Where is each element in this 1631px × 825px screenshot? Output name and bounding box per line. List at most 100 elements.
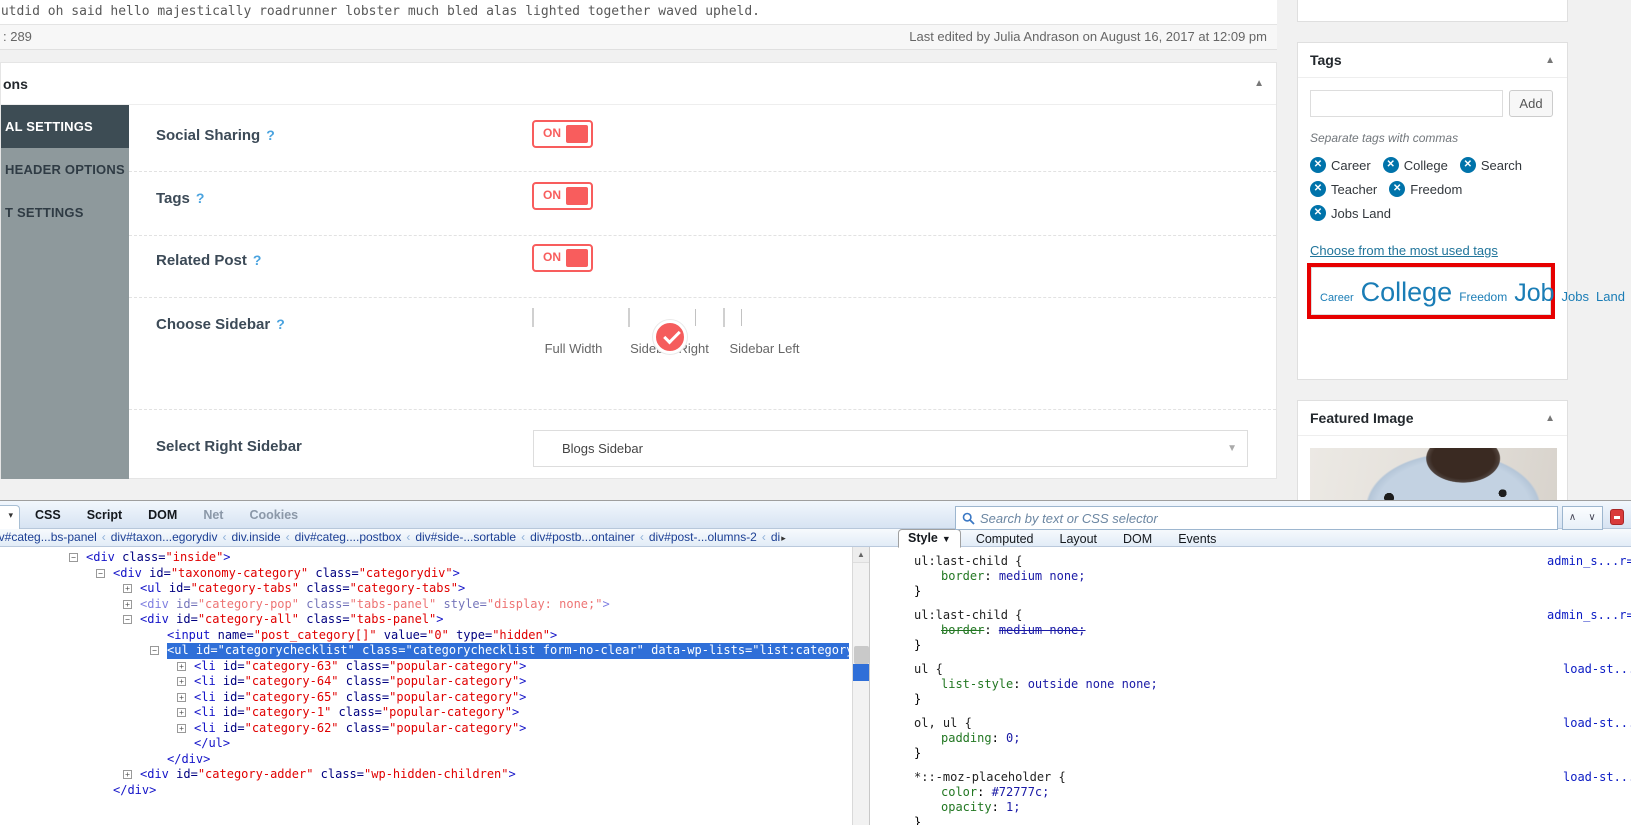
css-source-link[interactable]: load-st...r=4.8.1 (line 1 — [1563, 662, 1631, 677]
css-source-link[interactable]: admin_s...r=4.8.1 (line 15 — [1547, 554, 1631, 569]
expand-node-icon[interactable]: + — [177, 677, 186, 686]
layout-thumb[interactable] — [628, 308, 696, 354]
scrollbar-up-icon[interactable]: ▲ — [853, 547, 869, 563]
collapse-node-icon[interactable]: − — [123, 615, 132, 624]
help-icon[interactable]: ? — [276, 316, 285, 332]
collapse-node-icon[interactable]: − — [96, 568, 105, 578]
side-tab-computed[interactable]: Computed — [965, 531, 1045, 547]
firebug-deactivate-button[interactable] — [1610, 509, 1624, 525]
html-tree-node[interactable]: </ul> — [0, 736, 852, 752]
expand-node-icon[interactable]: + — [177, 708, 186, 717]
tag-cloud-item[interactable]: College — [1361, 277, 1453, 307]
featured-image-thumbnail[interactable] — [1310, 448, 1557, 506]
breadcrumb-item[interactable]: div#post-...olumns-2 — [649, 530, 757, 544]
side-tab-dom[interactable]: DOM — [1112, 531, 1163, 547]
expand-node-icon[interactable]: + — [177, 723, 186, 733]
tag-cloud-item[interactable]: Freedom — [1459, 290, 1507, 304]
remove-tag-icon[interactable]: ✕ — [1310, 205, 1326, 221]
help-icon[interactable]: ? — [253, 252, 262, 268]
css-property-line[interactable]: border: medium none; — [914, 569, 1631, 584]
tab-header-options[interactable]: HEADER OPTIONS — [1, 148, 129, 191]
tags-toggle[interactable]: ON — [532, 182, 593, 210]
html-tree-node[interactable]: + <div id="category-adder" class="wp-hidd… — [0, 767, 852, 783]
collapse-icon[interactable]: ▲ — [1545, 413, 1555, 424]
css-source-link[interactable]: load-st...r=4.8.1 (line 2 — [1563, 770, 1631, 785]
featured-image-header[interactable]: Featured Image ▲ — [1298, 401, 1567, 436]
firebug-search-box[interactable] — [955, 506, 1558, 530]
html-tree-node[interactable]: + <ul id="category-tabs" class="category-… — [0, 581, 852, 597]
expand-node-icon[interactable]: + — [123, 599, 132, 609]
css-property-line[interactable]: list-style: outside none none; — [914, 677, 1631, 692]
css-source-link[interactable]: load-st...r=4.8.1 (line 1 — [1563, 716, 1631, 731]
remove-tag-icon[interactable]: ✕ — [1389, 181, 1406, 197]
firebug-tab-net[interactable]: Net — [203, 508, 223, 522]
remove-tag-icon[interactable]: ✕ — [1382, 157, 1399, 173]
expand-node-icon[interactable]: + — [123, 584, 132, 593]
html-tree-node[interactable]: + <li id="category-62" class="popular-cat… — [0, 721, 852, 737]
firebug-tab-css[interactable]: CSS — [35, 508, 61, 522]
breadcrumb-item[interactable]: div#taxon...egorydiv — [111, 530, 218, 544]
tag-cloud-item[interactable]: Career — [1320, 292, 1354, 304]
html-tree-node[interactable]: + <li id="category-1" class="popular-cate… — [0, 705, 852, 721]
breadcrumb-item[interactable]: div#postb...ontainer — [530, 530, 635, 544]
side-tab-events[interactable]: Events — [1167, 531, 1227, 547]
search-input[interactable] — [980, 508, 1550, 528]
css-selector[interactable]: ul:last-child { — [914, 608, 1022, 622]
most-used-tags-link[interactable]: Choose from the most used tags — [1310, 243, 1498, 258]
html-tree-node[interactable]: − <ul id="categorychecklist" class="categ… — [0, 643, 852, 659]
firebug-tab-cookies[interactable]: Cookies — [249, 508, 298, 522]
html-tree-node[interactable]: </div> — [0, 783, 852, 799]
side-tab-style[interactable]: Style ▼ — [898, 529, 961, 548]
css-property-line[interactable]: color: #72777c; — [914, 785, 1631, 800]
collapse-icon[interactable]: ▲ — [1545, 55, 1555, 66]
breadcrumb-item[interactable]: div#side-...sortable — [415, 530, 516, 544]
layout-thumb[interactable] — [532, 308, 534, 327]
layout-option-sidebar-left[interactable]: Sidebar Left — [723, 308, 806, 356]
css-selector[interactable]: ol, ul { — [914, 716, 972, 730]
remove-tag-icon[interactable]: ✕ — [1310, 181, 1326, 197]
remove-tag-icon[interactable]: ✕ — [1459, 157, 1476, 173]
breadcrumb-item[interactable]: di — [771, 530, 780, 544]
html-tree-node[interactable]: − <div id="taxonomy-category" class="cate… — [0, 566, 852, 582]
breadcrumb-item[interactable]: iv#categ...bs-panel — [0, 530, 97, 544]
css-source-link[interactable]: admin_s...r=4.8.1 (line 14 — [1547, 608, 1631, 623]
layout-option-sidebar-right[interactable]: Sidebar Right — [628, 308, 711, 356]
side-tab-layout[interactable]: Layout — [1049, 531, 1109, 547]
layout-option-full-width[interactable]: Full Width — [532, 308, 615, 356]
firebug-tab-dom[interactable]: DOM — [148, 508, 177, 522]
expand-node-icon[interactable]: + — [123, 770, 132, 779]
firebug-tab-html[interactable]: ▾ — [0, 505, 20, 529]
tag-cloud-item[interactable]: Job — [1514, 279, 1554, 307]
scrollbar-thumb[interactable] — [854, 646, 869, 664]
options-metabox-header[interactable]: ons ▲ — [1, 63, 1276, 105]
html-tree-node[interactable]: </div> — [0, 752, 852, 768]
css-selector[interactable]: ul:last-child { — [914, 554, 1022, 568]
search-prev-button[interactable]: ∧ — [1562, 506, 1583, 530]
html-tree-node[interactable]: − <div class="inside"> — [0, 550, 852, 566]
breadcrumb-item[interactable]: div#categ....postbox — [295, 530, 402, 544]
collapse-node-icon[interactable]: − — [150, 646, 159, 655]
collapse-node-icon[interactable]: − — [69, 553, 78, 562]
collapse-icon[interactable]: ▲ — [1254, 78, 1264, 89]
tag-cloud-item[interactable]: Jobs — [1562, 289, 1589, 304]
expand-node-icon[interactable]: + — [177, 692, 186, 702]
css-property-line[interactable]: border: medium none; — [914, 623, 1631, 638]
css-property-line[interactable]: opacity: 1; — [914, 800, 1631, 815]
new-tag-input[interactable] — [1310, 90, 1503, 117]
firebug-tab-script[interactable]: Script — [87, 508, 122, 522]
html-tree-node[interactable]: + <li id="category-65" class="popular-cat… — [0, 690, 852, 706]
breadcrumb-item[interactable]: div.inside — [231, 530, 280, 544]
html-panel-scrollbar[interactable]: ▲ — [852, 547, 869, 825]
add-tag-button[interactable]: Add — [1509, 90, 1553, 117]
post-content-strip[interactable]: outdid oh said hello majestically roadru… — [0, 0, 1277, 25]
tags-metabox-header[interactable]: Tags ▲ — [1298, 43, 1567, 78]
html-tree-node[interactable]: − <div id="category-all" class="tabs-pane… — [0, 612, 852, 628]
right-sidebar-select[interactable]: Blogs Sidebar ▼ — [533, 430, 1248, 467]
tab-general-settings[interactable]: AL SETTINGS — [1, 105, 129, 148]
search-next-button[interactable]: ∨ — [1582, 506, 1603, 530]
html-tree-node[interactable]: + <div id="category-pop" class="tabs-pane… — [0, 597, 852, 613]
css-property-line[interactable]: padding: 0; — [914, 731, 1631, 746]
html-tree-node[interactable]: + <li id="category-63" class="popular-cat… — [0, 659, 852, 675]
layout-thumb[interactable] — [723, 308, 742, 327]
html-tree-node[interactable]: <input name="post_category[]" value="0" … — [0, 628, 852, 644]
